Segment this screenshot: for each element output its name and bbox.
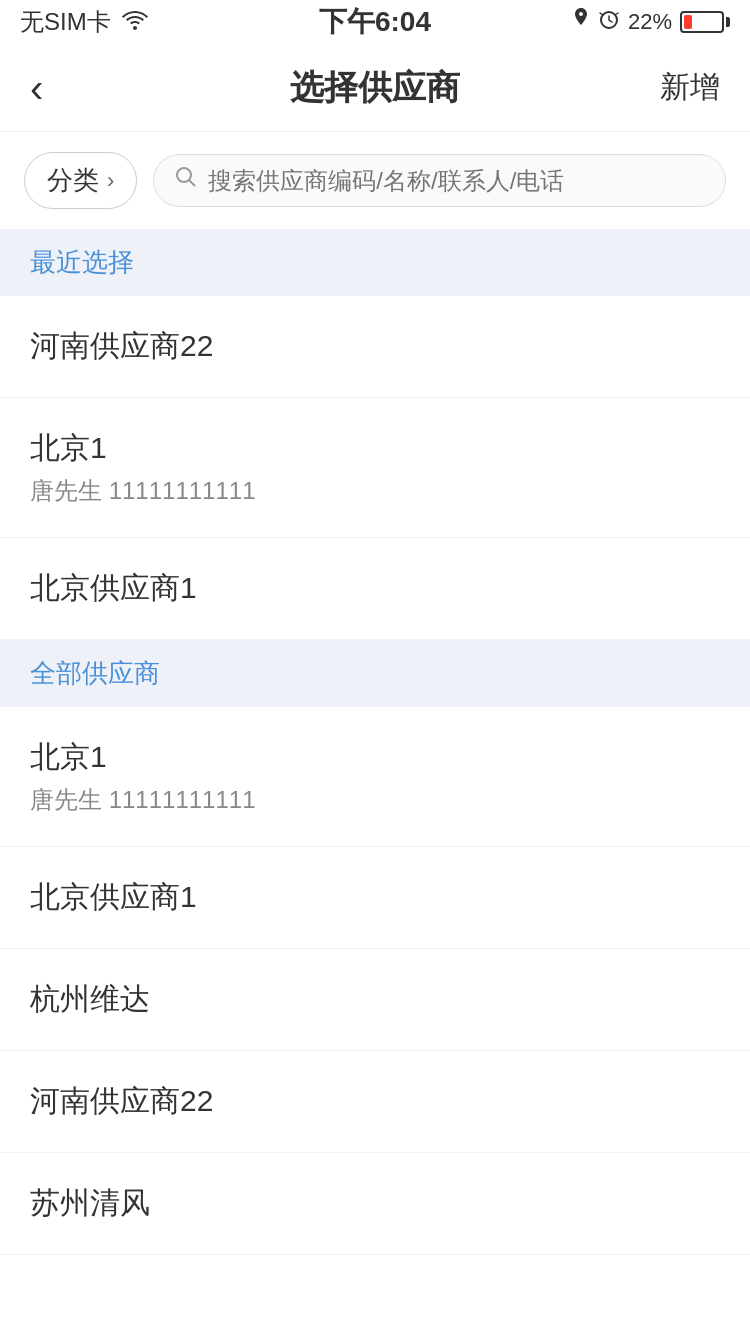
chevron-right-icon: › [107, 168, 114, 194]
status-bar: 无SIM卡 下午6:04 22% [0, 0, 750, 44]
item-sub: 唐先生 11111111111 [30, 475, 720, 507]
list-item[interactable]: 北京1 唐先生 11111111111 [0, 398, 750, 538]
status-time: 下午6:04 [319, 3, 431, 41]
item-sub: 唐先生 11111111111 [30, 784, 720, 816]
location-icon [572, 8, 590, 36]
list-item[interactable]: 北京1 唐先生 11111111111 [0, 707, 750, 847]
search-input[interactable] [208, 167, 705, 195]
item-name: 北京供应商1 [30, 568, 720, 609]
search-box[interactable] [153, 154, 726, 207]
item-name: 河南供应商22 [30, 1081, 720, 1122]
nav-bar: ‹ 选择供应商 新增 [0, 44, 750, 132]
battery-percentage: 22% [628, 9, 672, 35]
all-list: 北京1 唐先生 11111111111 北京供应商1 杭州维达 河南供应商22 … [0, 707, 750, 1255]
list-item[interactable]: 北京供应商1 [0, 847, 750, 949]
wifi-icon [121, 8, 149, 36]
carrier-text: 无SIM卡 [20, 6, 111, 38]
all-section-title: 全部供应商 [30, 658, 160, 688]
list-item[interactable]: 杭州维达 [0, 949, 750, 1051]
search-icon [174, 165, 198, 196]
list-item[interactable]: 河南供应商22 [0, 296, 750, 398]
category-filter[interactable]: 分类 › [24, 152, 137, 209]
item-name: 杭州维达 [30, 979, 720, 1020]
svg-point-1 [177, 168, 191, 182]
back-button[interactable]: ‹ [30, 68, 43, 108]
battery-icon [680, 9, 730, 35]
filter-bar: 分类 › [0, 132, 750, 229]
item-name: 北京供应商1 [30, 877, 720, 918]
alarm-icon [598, 8, 620, 36]
page-title: 选择供应商 [290, 65, 460, 111]
item-name: 北京1 [30, 428, 720, 469]
add-button[interactable]: 新增 [660, 67, 720, 108]
svg-line-2 [190, 181, 196, 187]
recent-section-header: 最近选择 [0, 229, 750, 296]
all-section-header: 全部供应商 [0, 640, 750, 707]
list-item[interactable]: 苏州清风 [0, 1153, 750, 1255]
status-left: 无SIM卡 [20, 6, 149, 38]
list-item[interactable]: 北京供应商1 [0, 538, 750, 640]
status-right: 22% [572, 8, 730, 36]
recent-list: 河南供应商22 北京1 唐先生 11111111111 北京供应商1 [0, 296, 750, 640]
list-item[interactable]: 河南供应商22 [0, 1051, 750, 1153]
item-name: 北京1 [30, 737, 720, 778]
item-name: 苏州清风 [30, 1183, 720, 1224]
recent-section-title: 最近选择 [30, 247, 134, 277]
item-name: 河南供应商22 [30, 326, 720, 367]
category-label: 分类 [47, 163, 99, 198]
